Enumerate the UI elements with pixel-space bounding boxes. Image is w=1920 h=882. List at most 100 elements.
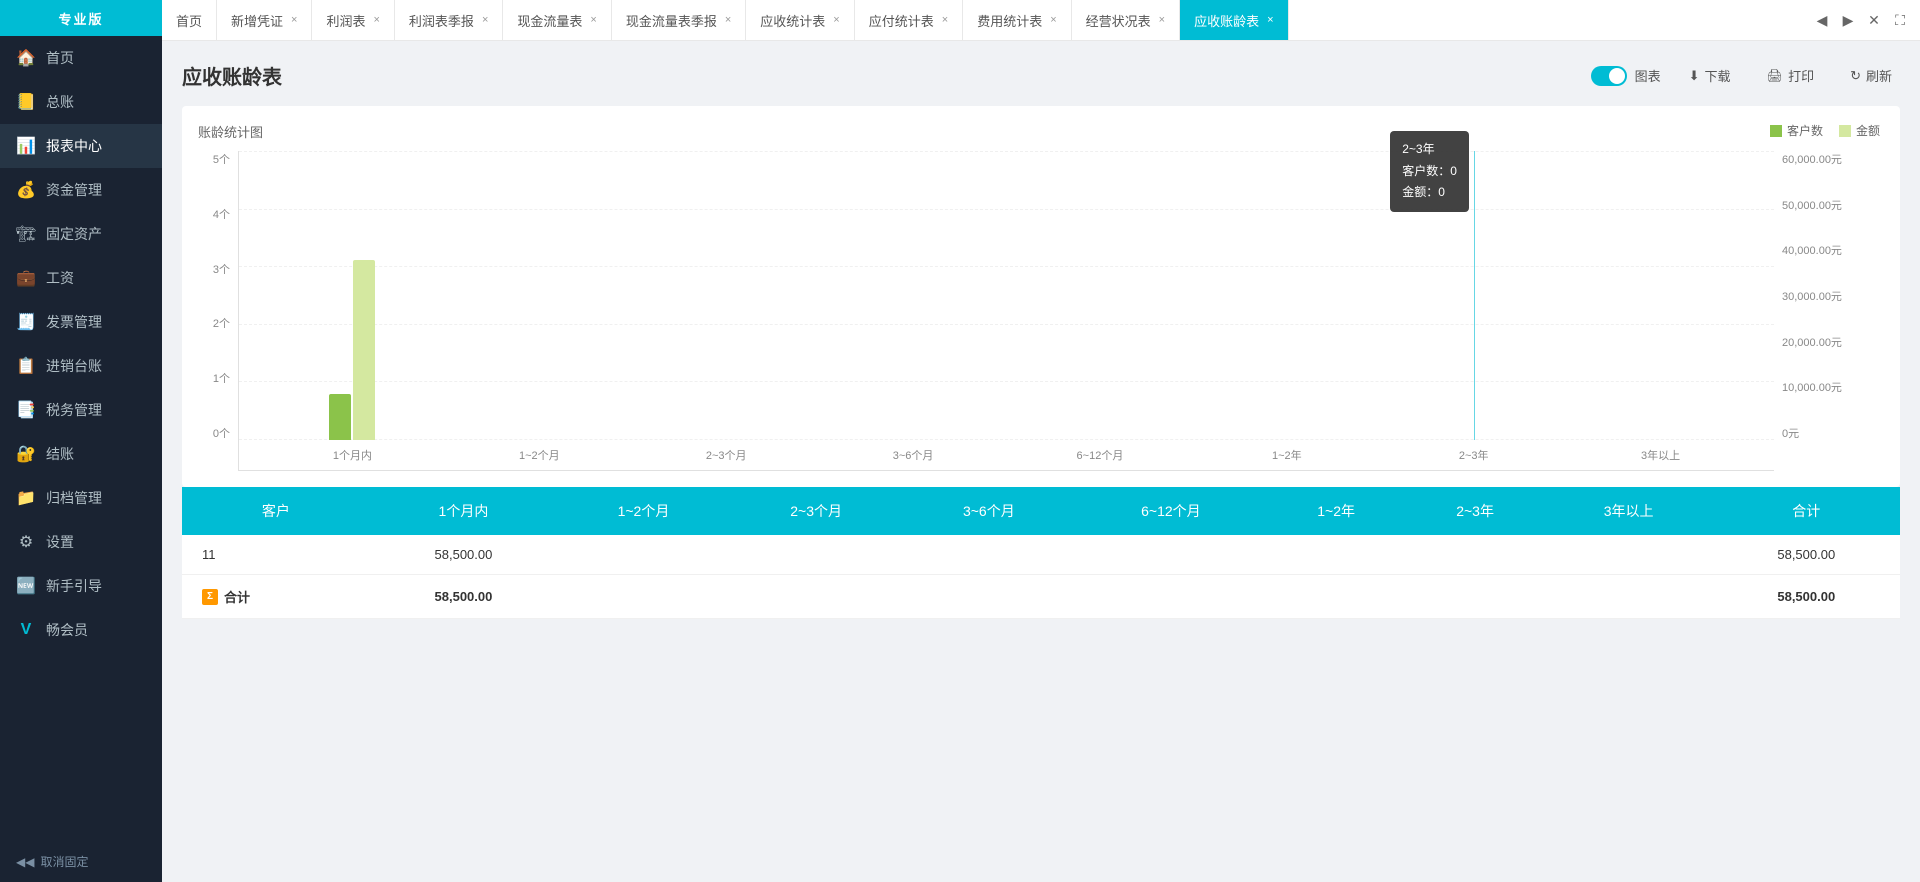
tab-cashflow-q[interactable]: 现金流量表季报 × <box>612 0 746 40</box>
sidebar-item-reports[interactable]: 📊 报表中心 <box>0 124 162 168</box>
tab-profit-q[interactable]: 利润表季报 × <box>395 0 503 40</box>
col-m612: 6~12个月 <box>1075 487 1266 535</box>
x-label-m612: 6~12个月 <box>1007 440 1194 470</box>
tab-cashflow[interactable]: 现金流量表 × <box>503 0 611 40</box>
row-y12 <box>1267 535 1406 575</box>
vip-icon: V <box>16 621 36 639</box>
tab-close-all-btn[interactable]: ✕ <box>1862 8 1886 32</box>
invoice-icon: 🧾 <box>16 312 36 332</box>
aging-table: 客户 1个月内 1~2个月 2~3个月 3~6个月 6~12个月 1~2年 2~… <box>182 487 1900 619</box>
chart-toggle-wrap: 图表 <box>1591 66 1661 86</box>
legend-customer: 客户数 <box>1770 122 1823 139</box>
sidebar-item-salary[interactable]: 💼 工资 <box>0 256 162 300</box>
col-y12: 1~2年 <box>1267 487 1406 535</box>
tab-voucher[interactable]: 新增凭证 × <box>217 0 312 40</box>
bar-chart: 5个 4个 3个 2个 1个 0个 <box>198 151 1884 471</box>
sidebar-item-tax[interactable]: 📑 税务管理 <box>0 388 162 432</box>
sidebar-label-guide: 新手引导 <box>46 576 102 596</box>
tab-nav: ◀ ▶ ✕ ⛶ <box>1802 8 1920 32</box>
sidebar-label-sales: 进销台账 <box>46 356 102 376</box>
settings-icon: ⚙ <box>16 532 36 552</box>
tab-close-ar-stat[interactable]: × <box>833 14 839 26</box>
y-axis-left: 5个 4个 3个 2个 1个 0个 <box>198 151 238 471</box>
tab-home[interactable]: 首页 <box>162 0 217 40</box>
row-m612 <box>1075 535 1266 575</box>
sidebar-item-invoice[interactable]: 🧾 发票管理 <box>0 300 162 344</box>
sidebar-item-settings[interactable]: ⚙ 设置 <box>0 520 162 564</box>
row-m1: 58,500.00 <box>370 535 557 575</box>
sidebar-label-assets: 固定资产 <box>46 224 102 244</box>
chart-legend: 客户数 金额 <box>1770 122 1880 139</box>
chart-drawing-area: 2~3年 客户数：0 金额：0 1个月内 1~2 <box>238 151 1774 471</box>
sales-icon: 📋 <box>16 356 36 376</box>
tooltip-period: 2~3年 <box>1402 139 1457 161</box>
total-icon: Σ <box>202 589 218 605</box>
chart-tooltip: 2~3年 客户数：0 金额：0 <box>1390 131 1469 212</box>
download-btn[interactable]: ⬇ 下载 <box>1681 62 1739 89</box>
bar-group-y12 <box>1193 151 1380 440</box>
cursor-line <box>1474 151 1475 440</box>
tab-close-expense-stat[interactable]: × <box>1050 14 1056 26</box>
row-m23 <box>730 535 903 575</box>
bar-group-y23: 2~3年 客户数：0 金额：0 <box>1380 151 1567 440</box>
total-y23 <box>1406 575 1545 619</box>
tab-close-cashflow-q[interactable]: × <box>725 14 731 26</box>
chart-title: 账龄统计图 <box>198 122 1884 141</box>
tab-ar-stat[interactable]: 应收统计表 × <box>746 0 854 40</box>
table-row: 11 58,500.00 58,500.00 <box>182 535 1900 575</box>
sidebar-item-sales[interactable]: 📋 进销台账 <box>0 344 162 388</box>
sidebar-item-vip[interactable]: V 畅会员 <box>0 608 162 652</box>
sidebar-item-funds[interactable]: 💰 资金管理 <box>0 168 162 212</box>
tab-close-voucher[interactable]: × <box>291 14 297 26</box>
funds-icon: 💰 <box>16 180 36 200</box>
tab-close-ar-aging[interactable]: × <box>1267 14 1273 26</box>
sidebar-item-archive[interactable]: 📁 归档管理 <box>0 476 162 520</box>
sidebar-item-home[interactable]: 🏠 首页 <box>0 36 162 80</box>
sidebar-item-assets[interactable]: 🏗 固定资产 <box>0 212 162 256</box>
sidebar-item-closing[interactable]: 🔐 结账 <box>0 432 162 476</box>
bar-group-y3plus <box>1567 151 1754 440</box>
sidebar-item-guide[interactable]: 🆕 新手引导 <box>0 564 162 608</box>
main-area: 首页 新增凭证 × 利润表 × 利润表季报 × 现金流量表 × 现金流量表季报 … <box>162 0 1920 882</box>
tab-ar-aging[interactable]: 应收账龄表 × <box>1180 0 1288 40</box>
tab-bar: 首页 新增凭证 × 利润表 × 利润表季报 × 现金流量表 × 现金流量表季报 … <box>162 0 1920 41</box>
x-label-m12: 1~2个月 <box>446 440 633 470</box>
tab-close-ap-stat[interactable]: × <box>942 14 948 26</box>
tab-close-cashflow[interactable]: × <box>590 14 596 26</box>
chart-toggle[interactable] <box>1591 66 1627 86</box>
tab-fullscreen-btn[interactable]: ⛶ <box>1888 8 1912 32</box>
app-logo: 专业版 <box>0 0 162 36</box>
tab-close-profit[interactable]: × <box>373 14 379 26</box>
x-label-m23: 2~3个月 <box>633 440 820 470</box>
table-header-row: 客户 1个月内 1~2个月 2~3个月 3~6个月 6~12个月 1~2年 2~… <box>182 487 1900 535</box>
tab-close-profit-q[interactable]: × <box>482 14 488 26</box>
tab-expense-stat[interactable]: 费用统计表 × <box>963 0 1071 40</box>
tab-prev-btn[interactable]: ◀ <box>1810 8 1834 32</box>
print-label: 打印 <box>1788 66 1814 85</box>
col-m1: 1个月内 <box>370 487 557 535</box>
refresh-btn[interactable]: ↻ 刷新 <box>1842 62 1900 89</box>
sidebar-label-tax: 税务管理 <box>46 400 102 420</box>
bar-group-m1 <box>259 151 446 440</box>
closing-icon: 🔐 <box>16 444 36 464</box>
tooltip-customers: 客户数：0 <box>1402 161 1457 183</box>
tab-close-business-stat[interactable]: × <box>1159 14 1165 26</box>
tab-ap-stat[interactable]: 应付统计表 × <box>855 0 963 40</box>
unpin-footer[interactable]: ◀◀ 取消固定 <box>0 841 162 882</box>
tab-next-btn[interactable]: ▶ <box>1836 8 1860 32</box>
reports-icon: 📊 <box>16 136 36 156</box>
print-btn[interactable]: 🖨 打印 <box>1759 62 1823 89</box>
sidebar-label-closing: 结账 <box>46 444 74 464</box>
col-total: 合计 <box>1713 487 1900 535</box>
legend-customer-dot <box>1770 125 1782 137</box>
tab-profit[interactable]: 利润表 × <box>312 0 394 40</box>
y-right-20k: 20,000.00元 <box>1782 334 1842 350</box>
col-customer: 客户 <box>182 487 370 535</box>
sidebar-item-ledger[interactable]: 📒 总账 <box>0 80 162 124</box>
unpin-label: 取消固定 <box>40 853 88 870</box>
total-total: 58,500.00 <box>1713 575 1900 619</box>
total-m23 <box>730 575 903 619</box>
tab-business-stat[interactable]: 经营状况表 × <box>1072 0 1180 40</box>
legend-customer-label: 客户数 <box>1787 122 1823 139</box>
legend-amount-dot <box>1839 125 1851 137</box>
